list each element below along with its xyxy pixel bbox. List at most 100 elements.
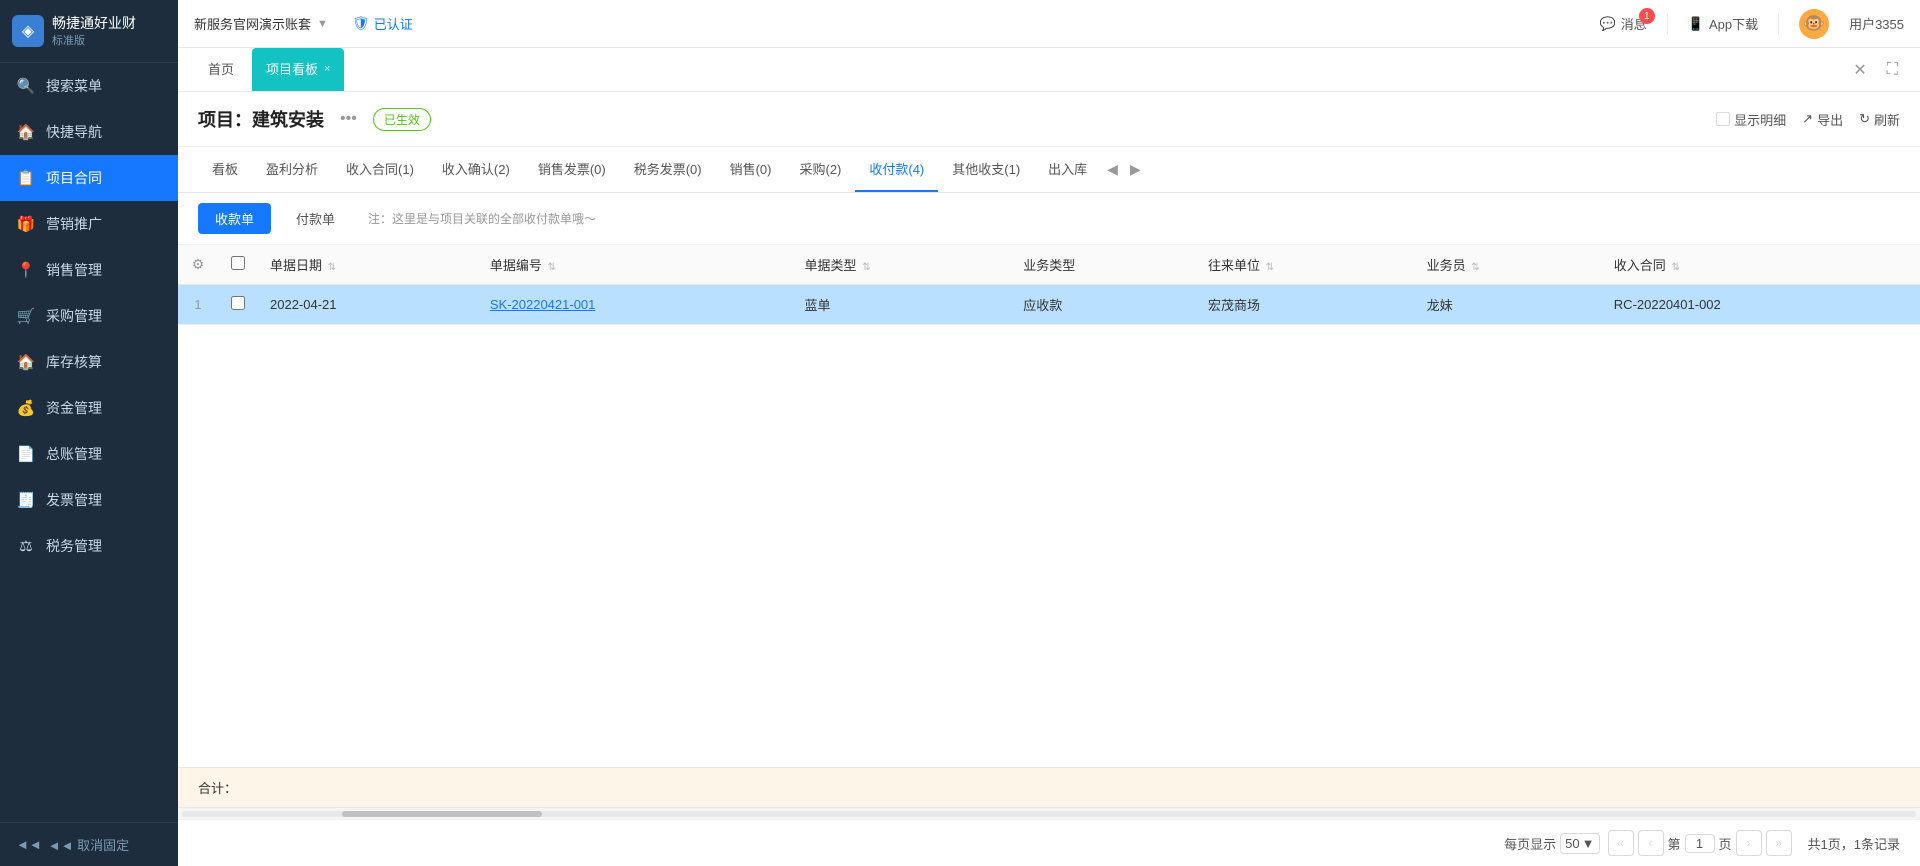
page-of-label: 页 bbox=[1719, 834, 1732, 853]
show-detail-checkbox[interactable]: 显示明细 bbox=[1716, 110, 1786, 129]
per-page-select[interactable]: 50 ▼ bbox=[1560, 833, 1599, 854]
total-info: 共1页，1条记录 bbox=[1808, 834, 1900, 853]
sidebar-item-label-quicknav: 快捷导航 bbox=[46, 122, 102, 142]
tab-sales[interactable]: 销售(0) bbox=[716, 147, 786, 192]
col-income-contract: 收入合同 ⇅ bbox=[1602, 245, 1920, 285]
tab-project-board[interactable]: 项目看板 × bbox=[252, 48, 344, 91]
verified-badge: 🛡 已认证 bbox=[352, 14, 413, 33]
sidebar-item-quicknav[interactable]: 🏠 快捷导航 bbox=[0, 109, 178, 155]
app-download-button[interactable]: 📱 App下载 bbox=[1688, 14, 1758, 33]
sidebar-item-invoice[interactable]: 🧾 发票管理 bbox=[0, 477, 178, 523]
col-biz-type: 业务类型 bbox=[1011, 245, 1196, 285]
topbar-right: 💬 消息 1 📱 App下载 🐵 用户3355 bbox=[1600, 9, 1904, 39]
sales-icon: 📍 bbox=[16, 260, 36, 280]
topbar: 新服务官网演示账套 ▼ 🛡 已认证 💬 消息 1 📱 App下载 🐵 用户3 bbox=[178, 0, 1920, 48]
per-page-chevron-icon: ▼ bbox=[1582, 836, 1595, 851]
sub-tab-receipt[interactable]: 收款单 bbox=[198, 203, 271, 234]
user-avatar[interactable]: 🐵 bbox=[1799, 9, 1829, 39]
tab-next-icon[interactable]: ▶ bbox=[1124, 153, 1147, 186]
sidebar-unpin-button[interactable]: ◄◄ ◄◄ 取消固定 bbox=[0, 822, 178, 866]
sort-date-icon[interactable]: ⇅ bbox=[328, 262, 336, 273]
sidebar-logo: ◈ 畅捷通好业财 标准版 bbox=[0, 0, 178, 63]
project-title: 项目：建筑安装 bbox=[198, 106, 324, 132]
sidebar-item-sales[interactable]: 📍 销售管理 bbox=[0, 247, 178, 293]
sort-type-icon[interactable]: ⇅ bbox=[862, 262, 870, 273]
sidebar-item-label-inventory: 库存核算 bbox=[46, 352, 102, 372]
page-window-controls: ✕ ⛶ bbox=[1847, 58, 1904, 82]
tax-icon: ⚖ bbox=[16, 536, 36, 556]
scrollbar-track bbox=[182, 811, 1916, 817]
show-detail-label: 显示明细 bbox=[1734, 110, 1786, 129]
sort-contract-icon[interactable]: ⇅ bbox=[1671, 262, 1679, 273]
refresh-button[interactable]: ↻ 刷新 bbox=[1859, 110, 1900, 129]
tab-other-expenses[interactable]: 其他收支(1) bbox=[938, 147, 1034, 192]
col-date: 单据日期 ⇅ bbox=[258, 245, 478, 285]
user-menu[interactable]: 用户3355 bbox=[1849, 14, 1904, 33]
sort-number-icon[interactable]: ⇅ bbox=[548, 262, 556, 273]
window-expand-icon[interactable]: ⛶ bbox=[1881, 59, 1904, 81]
sort-partner-icon[interactable]: ⇅ bbox=[1266, 262, 1274, 273]
pagination: 每页显示 50 ▼ « ‹ 第 1 页 › » 共1页，1条记录 bbox=[178, 819, 1920, 866]
sidebar-item-marketing[interactable]: 🎁 营销推广 bbox=[0, 201, 178, 247]
table-settings-header: ⚙ bbox=[178, 245, 218, 285]
project-actions: 显示明细 ↗ 导出 ↻ 刷新 bbox=[1716, 110, 1900, 129]
sidebar-item-finance[interactable]: 💰 资金管理 bbox=[0, 385, 178, 431]
tab-receipts[interactable]: 收付款(4) bbox=[855, 147, 938, 192]
row-number[interactable]: SK-20220421-001 bbox=[478, 285, 793, 325]
page-label: 第 bbox=[1668, 834, 1681, 853]
export-button[interactable]: ↗ 导出 bbox=[1802, 110, 1843, 129]
tab-prev-icon[interactable]: ◀ bbox=[1101, 153, 1124, 186]
col-salesperson: 业务员 ⇅ bbox=[1415, 245, 1602, 285]
project-more-icon[interactable]: ••• bbox=[336, 110, 361, 128]
topbar-divider-2 bbox=[1778, 14, 1779, 34]
sub-tab-payment[interactable]: 付款单 bbox=[279, 203, 352, 234]
row-select-checkbox[interactable] bbox=[231, 296, 245, 310]
prev-page-button[interactable]: ‹ bbox=[1638, 830, 1664, 856]
scrollbar-thumb[interactable] bbox=[342, 811, 542, 817]
workspace-selector[interactable]: 新服务官网演示账套 ▼ bbox=[194, 14, 328, 33]
tab-sales-invoice[interactable]: 销售发票(0) bbox=[524, 147, 620, 192]
row-salesperson: 龙妹 bbox=[1415, 285, 1602, 325]
tab-purchase[interactable]: 采购(2) bbox=[785, 147, 855, 192]
sort-salesperson-icon[interactable]: ⇅ bbox=[1471, 262, 1479, 273]
sidebar-item-project[interactable]: 📋 项目合同 bbox=[0, 155, 178, 201]
tab-home[interactable]: 首页 bbox=[194, 48, 248, 91]
col-type: 单据类型 ⇅ bbox=[793, 245, 1012, 285]
next-page-button[interactable]: › bbox=[1736, 830, 1762, 856]
verified-label: 已认证 bbox=[374, 14, 413, 33]
tab-project-board-close-icon[interactable]: × bbox=[324, 63, 330, 75]
current-page-input[interactable]: 1 bbox=[1685, 834, 1715, 853]
tab-income-contract[interactable]: 收入合同(1) bbox=[332, 147, 428, 192]
tab-income-confirm[interactable]: 收入确认(2) bbox=[428, 147, 524, 192]
sidebar-item-label-ledger: 总账管理 bbox=[46, 444, 102, 464]
marketing-icon: 🎁 bbox=[16, 214, 36, 234]
unpin-icon: ◄◄ bbox=[16, 837, 42, 852]
sidebar-item-purchase[interactable]: 🛒 采购管理 bbox=[0, 293, 178, 339]
tab-home-label: 首页 bbox=[208, 59, 234, 78]
row-number-link[interactable]: SK-20220421-001 bbox=[490, 297, 596, 312]
tab-inout[interactable]: 出入库 bbox=[1034, 147, 1101, 192]
sidebar-item-search[interactable]: 🔍 搜索菜单 bbox=[0, 63, 178, 109]
first-page-button[interactable]: « bbox=[1608, 830, 1634, 856]
show-detail-checkbox-box[interactable] bbox=[1716, 112, 1730, 126]
sidebar-item-ledger[interactable]: 📄 总账管理 bbox=[0, 431, 178, 477]
select-all-checkbox[interactable] bbox=[231, 256, 245, 270]
topbar-left: 新服务官网演示账套 ▼ 🛡 已认证 bbox=[194, 14, 413, 33]
project-name: 建筑安装 bbox=[252, 110, 324, 130]
window-close-icon[interactable]: ✕ bbox=[1847, 58, 1872, 82]
sidebar-item-inventory[interactable]: 🏠 库存核算 bbox=[0, 339, 178, 385]
purchase-icon: 🛒 bbox=[16, 306, 36, 326]
sidebar-item-tax[interactable]: ⚖ 税务管理 bbox=[0, 523, 178, 569]
app-logo-text: 畅捷通好业财 标准版 bbox=[52, 14, 136, 48]
horizontal-scrollbar[interactable] bbox=[178, 807, 1920, 819]
export-icon: ↗ bbox=[1802, 111, 1813, 127]
tab-kanban[interactable]: 看板 bbox=[198, 147, 252, 192]
sidebar-item-label-purchase: 采购管理 bbox=[46, 306, 102, 326]
content-area: 项目：建筑安装 ••• 已生效 显示明细 ↗ 导出 ↻ 刷新 bbox=[178, 92, 1920, 866]
tab-profit[interactable]: 盈利分析 bbox=[252, 147, 332, 192]
table-row[interactable]: 1 2022-04-21 SK-20220421-001 蓝单 应收款 宏茂商场… bbox=[178, 285, 1920, 325]
tab-tax-invoice[interactable]: 税务发票(0) bbox=[620, 147, 716, 192]
message-button[interactable]: 💬 消息 1 bbox=[1600, 14, 1647, 33]
last-page-button[interactable]: » bbox=[1766, 830, 1792, 856]
column-settings-icon[interactable]: ⚙ bbox=[192, 256, 205, 272]
